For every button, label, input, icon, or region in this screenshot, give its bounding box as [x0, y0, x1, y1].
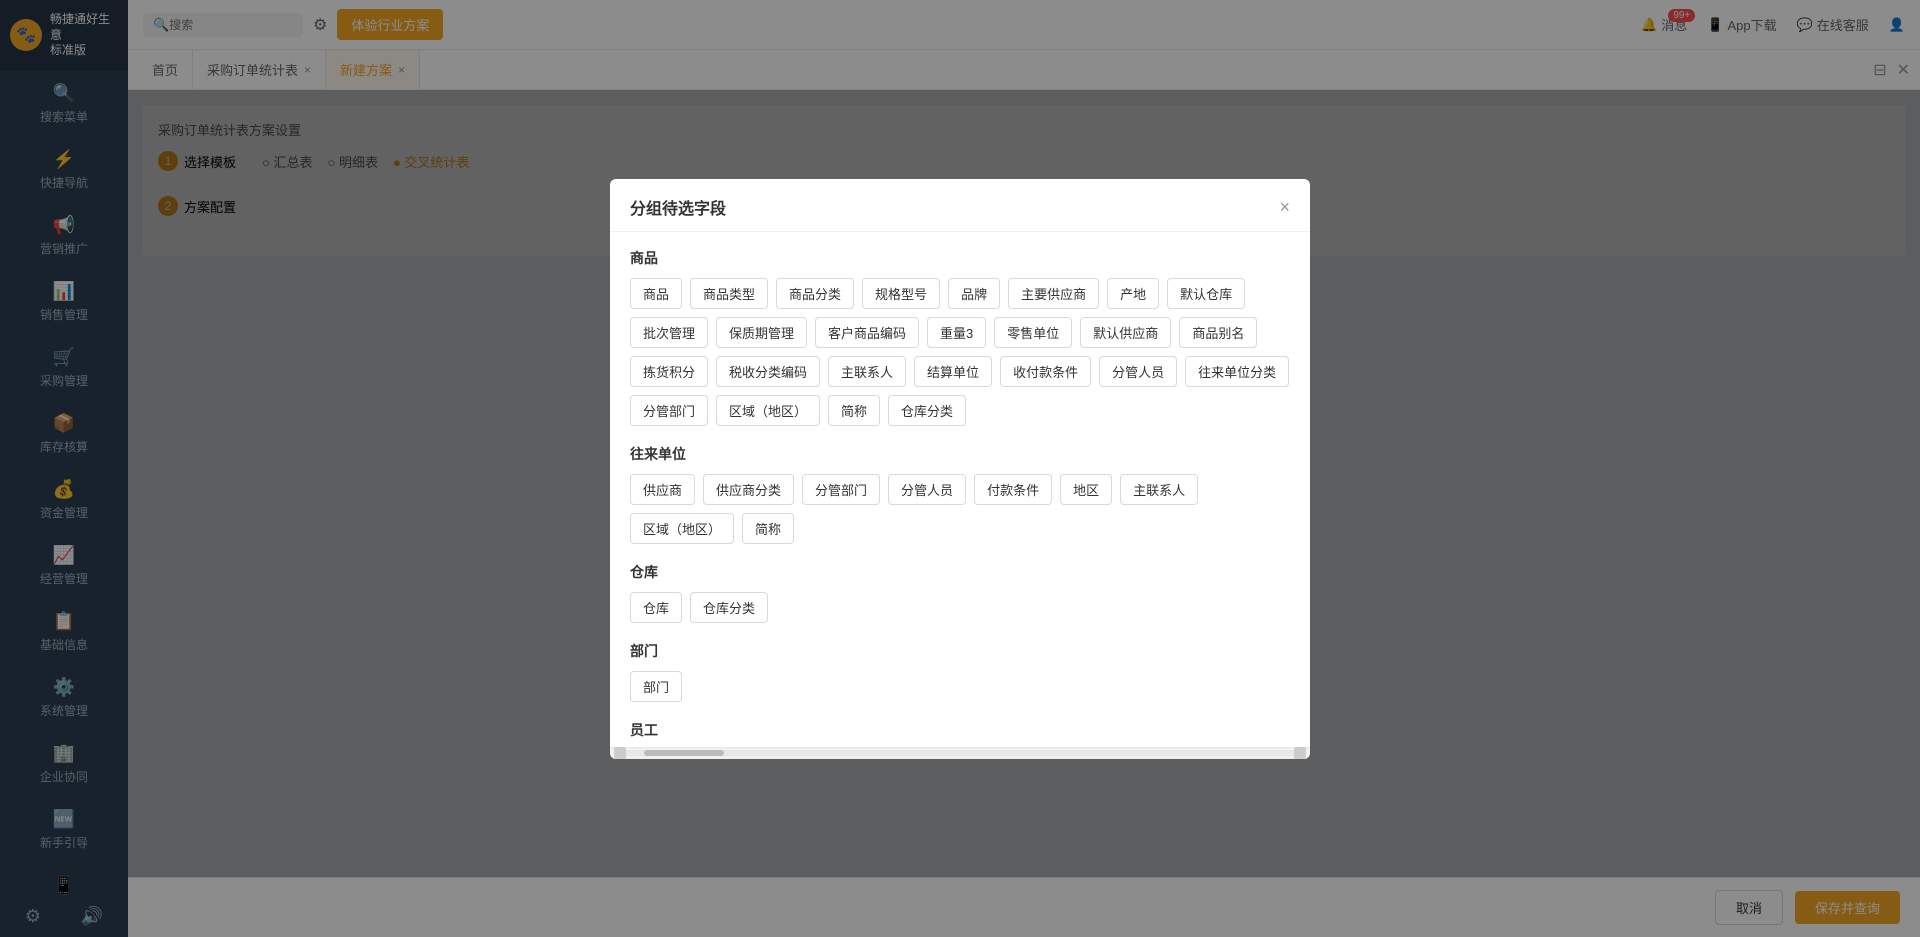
- field-tag-mgmt-dept[interactable]: 分管部门: [630, 395, 708, 426]
- field-tag-dept-staff[interactable]: 分管人员: [888, 474, 966, 505]
- field-section-warehouse: 仓库仓库仓库分类: [630, 562, 1290, 623]
- field-tag-manager[interactable]: 分管人员: [1099, 356, 1177, 387]
- field-tag-default-supplier[interactable]: 默认供应商: [1080, 317, 1171, 348]
- field-tag-area[interactable]: 地区: [1060, 474, 1112, 505]
- modal-title: 分组待选字段: [630, 195, 726, 219]
- field-tag-warehouse-category[interactable]: 仓库分类: [888, 395, 966, 426]
- field-tag-pick-points[interactable]: 拣货积分: [630, 356, 708, 387]
- field-tag-weight3[interactable]: 重量3: [927, 317, 986, 348]
- field-tags-partner: 供应商供应商分类分管部门分管人员付款条件地区主联系人区域（地区） 简称: [630, 474, 1290, 544]
- field-tag-brand[interactable]: 品牌: [948, 278, 1000, 309]
- field-tag-region2[interactable]: 区域（地区）: [630, 513, 734, 544]
- field-tag-short-name[interactable]: 简称: [828, 395, 880, 426]
- modal-header: 分组待选字段 ×: [610, 179, 1310, 232]
- field-tag-region[interactable]: 区域（地区）: [716, 395, 820, 426]
- modal-body: 商品商品商品类型商品分类规格型号品牌主要供应商产地默认仓库批次管理保质期管理客户…: [610, 232, 1310, 747]
- field-tag-batch-mgmt[interactable]: 批次管理: [630, 317, 708, 348]
- field-tag-tax-code[interactable]: 税收分类编码: [716, 356, 820, 387]
- field-tag-retail-unit[interactable]: 零售单位: [994, 317, 1072, 348]
- field-tag-wh-cat[interactable]: 仓库分类: [690, 592, 768, 623]
- field-tag-main-supplier[interactable]: 主要供应商: [1008, 278, 1099, 309]
- field-tags-department: 部门: [630, 671, 1290, 702]
- modal-horizontal-scrollbar[interactable]: [610, 747, 1310, 759]
- field-tag-origin[interactable]: 产地: [1107, 278, 1159, 309]
- field-section-goods: 商品商品商品类型商品分类规格型号品牌主要供应商产地默认仓库批次管理保质期管理客户…: [630, 248, 1290, 426]
- field-tag-from-unit-category[interactable]: 往来单位分类: [1185, 356, 1289, 387]
- field-section-employee: 员工业务员: [630, 720, 1290, 747]
- field-tag-expiry-mgmt[interactable]: 保质期管理: [716, 317, 807, 348]
- field-tag-dep[interactable]: 部门: [630, 671, 682, 702]
- field-section-department: 部门部门: [630, 641, 1290, 702]
- field-tag-goods-type[interactable]: 商品类型: [690, 278, 768, 309]
- field-tag-contact[interactable]: 主联系人: [1120, 474, 1198, 505]
- field-tag-dept[interactable]: 分管部门: [802, 474, 880, 505]
- field-tag-spec-type[interactable]: 规格型号: [862, 278, 940, 309]
- field-section-title-employee: 员工: [630, 720, 1290, 740]
- modal-close-btn[interactable]: ×: [1279, 198, 1290, 216]
- field-tag-main-contact[interactable]: 主联系人: [828, 356, 906, 387]
- field-tag-supplier-category[interactable]: 供应商分类: [703, 474, 794, 505]
- modal-overlay: 分组待选字段 × 商品商品商品类型商品分类规格型号品牌主要供应商产地默认仓库批次…: [0, 0, 1920, 937]
- field-tag-goods[interactable]: 商品: [630, 278, 682, 309]
- field-section-title-partner: 往来单位: [630, 444, 1290, 464]
- field-tag-supplier[interactable]: 供应商: [630, 474, 695, 505]
- field-tag-customer-code[interactable]: 客户商品编码: [815, 317, 919, 348]
- field-section-title-warehouse: 仓库: [630, 562, 1290, 582]
- field-tag-payment-terms[interactable]: 收付款条件: [1000, 356, 1091, 387]
- field-section-title-goods: 商品: [630, 248, 1290, 268]
- field-tag-short2[interactable]: 简称: [742, 513, 794, 544]
- field-tags-goods: 商品商品类型商品分类规格型号品牌主要供应商产地默认仓库批次管理保质期管理客户商品…: [630, 278, 1290, 426]
- field-tag-goods-category[interactable]: 商品分类: [776, 278, 854, 309]
- field-tag-default-warehouse[interactable]: 默认仓库: [1167, 278, 1245, 309]
- field-tag-wh[interactable]: 仓库: [630, 592, 682, 623]
- field-tag-pay-terms[interactable]: 付款条件: [974, 474, 1052, 505]
- field-tag-settle-unit[interactable]: 结算单位: [914, 356, 992, 387]
- field-tag-goods-alias[interactable]: 商品别名: [1179, 317, 1257, 348]
- modal-dialog: 分组待选字段 × 商品商品商品类型商品分类规格型号品牌主要供应商产地默认仓库批次…: [610, 179, 1310, 759]
- field-tags-warehouse: 仓库仓库分类: [630, 592, 1290, 623]
- field-section-partner: 往来单位供应商供应商分类分管部门分管人员付款条件地区主联系人区域（地区） 简称: [630, 444, 1290, 544]
- field-section-title-department: 部门: [630, 641, 1290, 661]
